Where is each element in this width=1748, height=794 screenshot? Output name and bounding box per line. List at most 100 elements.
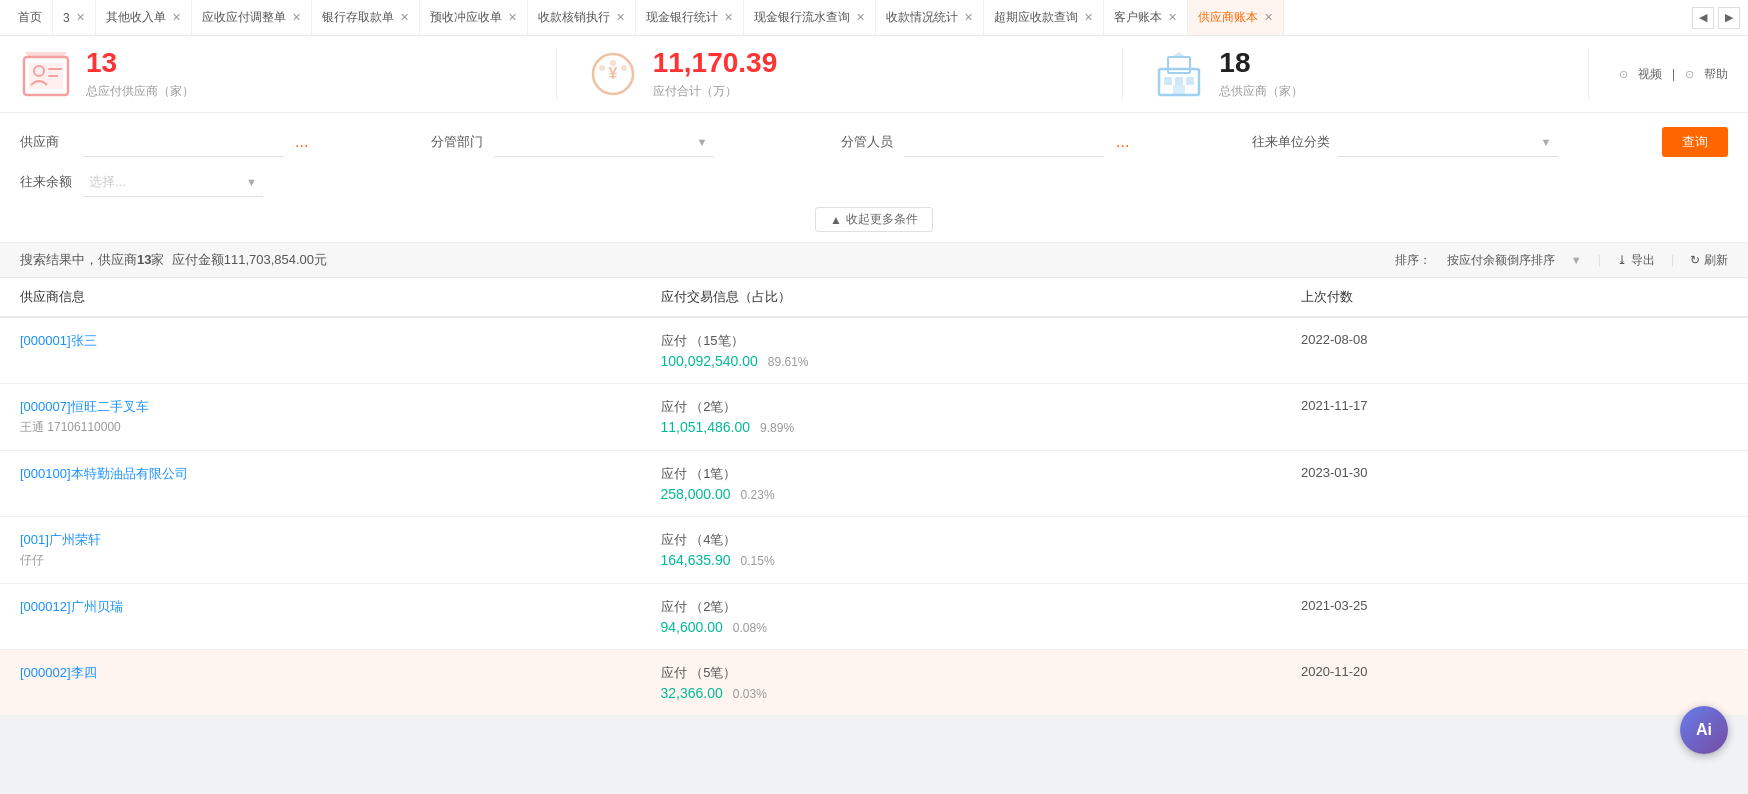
filter-section: 供应商 ... 分管部门 ▼ 分管人员 ... 往来单位分类 ▼ 查询 xyxy=(0,113,1748,243)
help-link[interactable]: 帮助 xyxy=(1704,66,1728,83)
svg-rect-14 xyxy=(1173,85,1185,95)
nav-next-button[interactable]: ▶ xyxy=(1718,7,1740,29)
result-actions: 排序： 按应付余额倒序排序 ▼ | ⤓ 导出 | ↻ 刷新 xyxy=(1395,252,1728,269)
payable-percent-5: 0.08% xyxy=(733,621,767,635)
export-icon: ⤓ xyxy=(1617,253,1627,267)
last-payment-cell-5: 2021-03-25 xyxy=(1301,598,1728,635)
close-payment-icon[interactable]: ✕ xyxy=(616,11,625,24)
supplier-link-3[interactable]: [000100]本特勤油品有限公司 xyxy=(20,465,661,483)
query-button[interactable]: 查询 xyxy=(1662,127,1728,157)
close-cash-query-icon[interactable]: ✕ xyxy=(856,11,865,24)
table-row[interactable]: [000100]本特勤油品有限公司 应付 （1笔） 258,000.00 0.2… xyxy=(0,451,1748,517)
video-link[interactable]: 视频 xyxy=(1638,66,1662,83)
export-button[interactable]: ⤓ 导出 xyxy=(1617,252,1655,269)
help-icon: ⊙ xyxy=(1685,68,1694,81)
table-header: 供应商信息 应付交易信息（占比） 上次付数 xyxy=(0,278,1748,318)
refresh-button[interactable]: ↻ 刷新 xyxy=(1690,252,1728,269)
nav-customer-ledger[interactable]: 客户账本 ✕ xyxy=(1104,0,1188,35)
category-filter-label: 往来单位分类 xyxy=(1252,133,1330,151)
header-supplier-info: 供应商信息 xyxy=(20,288,661,306)
last-payment-cell-2: 2021-11-17 xyxy=(1301,398,1728,436)
nav-cash-bank-stat[interactable]: 现金银行统计 ✕ xyxy=(636,0,744,35)
supplier-link-1[interactable]: [000001]张三 xyxy=(20,332,661,350)
close-bank-icon[interactable]: ✕ xyxy=(400,11,409,24)
result-info: 搜索结果中，供应商13家 应付金额111,703,854.00元 xyxy=(20,251,327,269)
sort-select[interactable]: 按应付余额倒序排序 xyxy=(1447,252,1555,269)
nav-prev-button[interactable]: ◀ xyxy=(1692,7,1714,29)
payable-amount-6[interactable]: 32,366.00 xyxy=(661,685,723,701)
table-row[interactable]: [000007]恒旺二手叉车 王通 17106110000 应付 （2笔） 11… xyxy=(0,384,1748,451)
stat-payable-amount-number: 11,170.39 xyxy=(653,48,778,79)
separator1: | xyxy=(1598,253,1601,267)
stat-payable-suppliers-number: 13 xyxy=(86,48,194,79)
nav-collection-stat[interactable]: 收款情况统计 ✕ xyxy=(876,0,984,35)
close-tab3-icon[interactable]: ✕ xyxy=(76,11,85,24)
nav-tab3[interactable]: 3 ✕ xyxy=(53,0,96,35)
category-dropdown-icon: ▼ xyxy=(1541,136,1552,148)
stat-payable-suppliers-text: 13 总应付供应商（家） xyxy=(86,48,194,100)
close-collection-icon[interactable]: ✕ xyxy=(964,11,973,24)
payable-amount-4[interactable]: 164,635.90 xyxy=(661,552,731,568)
close-advance-icon[interactable]: ✕ xyxy=(508,11,517,24)
supplier-icon-1 xyxy=(20,48,72,100)
nav-supplier-ledger[interactable]: 供应商账本 ✕ xyxy=(1188,0,1284,35)
nav-other-income[interactable]: 其他收入单 ✕ xyxy=(96,0,192,35)
close-customer-icon[interactable]: ✕ xyxy=(1168,11,1177,24)
payable-amount-2[interactable]: 11,051,486.00 xyxy=(661,419,751,435)
nav-cash-bank-query[interactable]: 现金银行流水查询 ✕ xyxy=(744,0,876,35)
svg-marker-3 xyxy=(25,52,67,57)
table-row[interactable]: [000012]广州贝瑞 应付 （2笔） 94,600.00 0.08% 202… xyxy=(0,584,1748,650)
nav-bank-deposit[interactable]: 银行存取款单 ✕ xyxy=(312,0,420,35)
close-supplier-icon[interactable]: ✕ xyxy=(1264,11,1273,24)
separator2: | xyxy=(1671,253,1674,267)
filter-balance: 往来余额 选择... ▼ xyxy=(20,167,380,197)
header-last-payment: 上次付数 xyxy=(1301,288,1728,306)
nav-ar-ap-adjust[interactable]: 应收应付调整单 ✕ xyxy=(192,0,312,35)
collapse-button[interactable]: ▲ 收起更多条件 xyxy=(815,207,933,232)
supplier-info-cell-1: [000001]张三 xyxy=(20,332,661,369)
supplier-link-4[interactable]: [001]广州荣轩 xyxy=(20,531,661,549)
payable-amount-3[interactable]: 258,000.00 xyxy=(661,486,731,502)
person-filter-input[interactable] xyxy=(904,127,1104,157)
collapse-bar: ▲ 收起更多条件 xyxy=(20,207,1728,232)
close-other-income-icon[interactable]: ✕ xyxy=(172,11,181,24)
supplier-dots-icon[interactable]: ... xyxy=(295,133,308,151)
balance-filter-label: 往来余额 xyxy=(20,173,75,191)
stats-bar: 13 总应付供应商（家） ¥ 11,170.39 应付合计（万） xyxy=(0,36,1748,113)
close-overdue-icon[interactable]: ✕ xyxy=(1084,11,1093,24)
supplier-info-cell-4: [001]广州荣轩 仔仔 xyxy=(20,531,661,569)
payable-percent-2: 9.89% xyxy=(760,421,794,435)
payable-amount-1[interactable]: 100,092,540.00 xyxy=(661,353,758,369)
person-dots-icon[interactable]: ... xyxy=(1116,133,1129,151)
top-navigation: 首页 3 ✕ 其他收入单 ✕ 应收应付调整单 ✕ 银行存取款单 ✕ 预收冲应收单… xyxy=(0,0,1748,36)
help-links: ⊙ 视频 | ⊙ 帮助 xyxy=(1619,66,1728,83)
category-filter-select[interactable]: ▼ xyxy=(1338,127,1558,157)
stat-payable-suppliers-label: 总应付供应商（家） xyxy=(86,83,194,100)
nav-advance-ar[interactable]: 预收冲应收单 ✕ xyxy=(420,0,528,35)
table-row[interactable]: [001]广州荣轩 仔仔 应付 （4笔） 164,635.90 0.15% xyxy=(0,517,1748,584)
payable-info-cell-5: 应付 （2笔） 94,600.00 0.08% xyxy=(661,598,1302,635)
supplier-link-6[interactable]: [000002]李四 xyxy=(20,664,661,682)
supplier-link-5[interactable]: [000012]广州贝瑞 xyxy=(20,598,661,616)
payable-info-cell-4: 应付 （4笔） 164,635.90 0.15% xyxy=(661,531,1302,569)
dept-filter-select[interactable]: ▼ xyxy=(494,127,714,157)
supplier-filter-input[interactable] xyxy=(83,127,283,157)
separator: | xyxy=(1672,67,1675,81)
payable-amount-5[interactable]: 94,600.00 xyxy=(661,619,723,635)
close-cash-stat-icon[interactable]: ✕ xyxy=(724,11,733,24)
balance-filter-select[interactable]: 选择... ▼ xyxy=(83,167,263,197)
supplier-info-cell-5: [000012]广州贝瑞 xyxy=(20,598,661,635)
nav-payment-verify[interactable]: 收款核销执行 ✕ xyxy=(528,0,636,35)
close-ar-ap-icon[interactable]: ✕ xyxy=(292,11,301,24)
svg-rect-10 xyxy=(1168,57,1190,73)
last-payment-cell-6: 2020-11-20 xyxy=(1301,664,1728,701)
stat-total-suppliers-label: 总供应商（家） xyxy=(1219,83,1303,100)
table-row[interactable]: [000001]张三 应付 （15笔） 100,092,540.00 89.61… xyxy=(0,318,1748,384)
supplier-filter-label: 供应商 xyxy=(20,133,75,151)
supplier-link-2[interactable]: [000007]恒旺二手叉车 xyxy=(20,398,661,416)
table-row[interactable]: [000002]李四 应付 （5笔） 32,366.00 0.03% 2020-… xyxy=(0,650,1748,716)
nav-overdue-ar[interactable]: 超期应收款查询 ✕ xyxy=(984,0,1104,35)
stat-total-suppliers-number: 18 xyxy=(1219,48,1303,79)
supplier-contact-2: 王通 17106110000 xyxy=(20,419,661,436)
nav-home[interactable]: 首页 xyxy=(8,0,53,35)
